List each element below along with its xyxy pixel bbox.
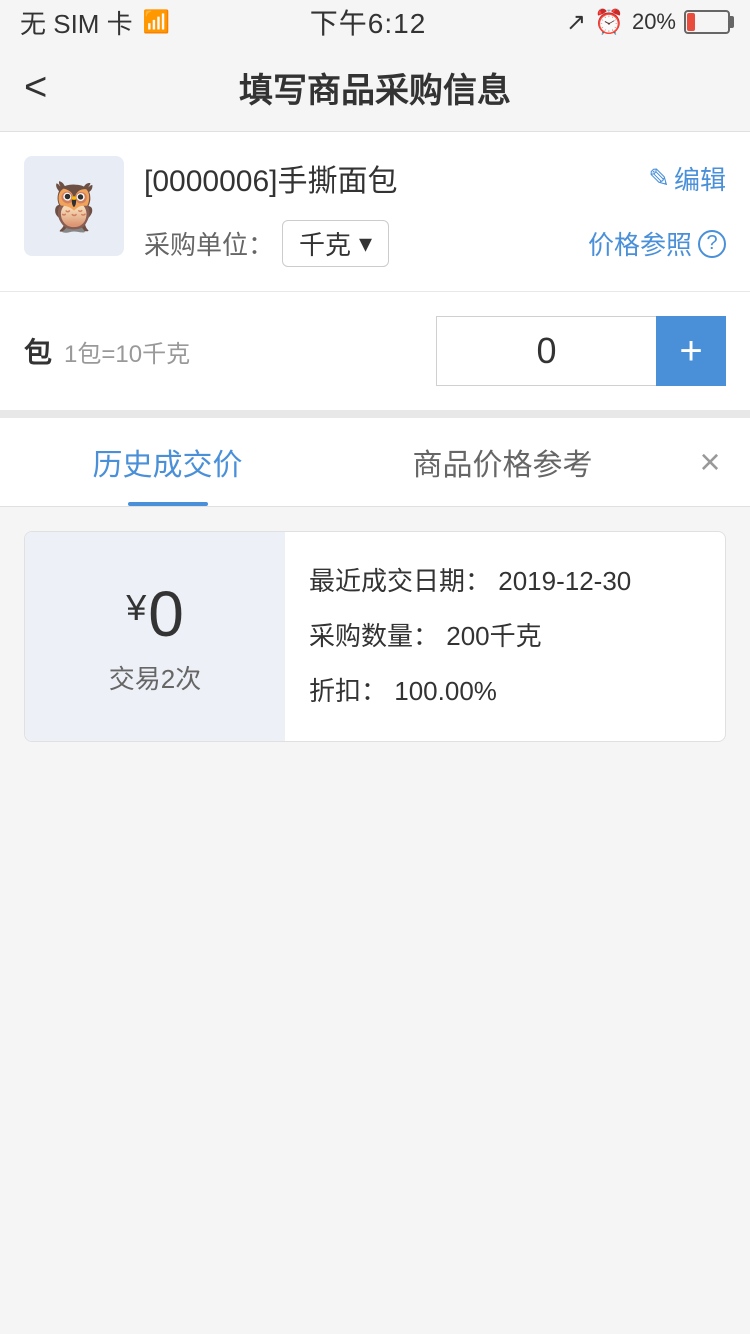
product-name: [0000006]手撕面包 xyxy=(144,156,397,200)
tab-history-label: 历史成交价 xyxy=(93,440,243,484)
status-bar: 无 SIM 卡 📶 下午6:12 ↗ ⏰ 20% xyxy=(0,0,750,44)
currency-symbol: ¥ xyxy=(126,587,146,629)
price-ref-label: 价格参照 xyxy=(588,225,692,262)
recent-date-value: 2019-12-30 xyxy=(498,566,631,596)
carrier-text: 无 SIM 卡 xyxy=(20,4,133,41)
purchase-quantity-line: 采购数量： 200千克 xyxy=(309,617,701,656)
edit-label: 编辑 xyxy=(674,160,726,197)
close-icon: × xyxy=(699,441,720,483)
trade-count-label: 交易2次 xyxy=(109,659,201,696)
discount-value: 100.00% xyxy=(394,676,497,706)
nav-bar: < 填写商品采购信息 xyxy=(0,44,750,132)
edit-icon: ✎ xyxy=(648,163,670,194)
tab-history-price[interactable]: 历史成交价 xyxy=(0,418,335,506)
content-area: ¥ 0 交易2次 最近成交日期： 2019-12-30 采购数量： 200千克 … xyxy=(0,507,750,1107)
discount-line: 折扣： 100.00% xyxy=(309,672,701,711)
transaction-details-panel: 最近成交日期： 2019-12-30 采购数量： 200千克 折扣： 100.0… xyxy=(285,532,725,741)
tab-bar: 历史成交价 商品价格参考 × xyxy=(0,418,750,507)
battery-box xyxy=(684,10,730,34)
discount-label: 折扣： xyxy=(309,676,387,706)
unit-value: 千克 xyxy=(299,225,351,262)
product-header: [0000006]手撕面包 ✎ 编辑 xyxy=(144,156,726,200)
status-left: 无 SIM 卡 📶 xyxy=(20,4,170,41)
help-circle-icon: ? xyxy=(698,230,726,258)
quantity-plus-button[interactable]: + xyxy=(656,316,726,386)
unit-row: 采购单位： 千克 ▾ 价格参照 ? xyxy=(144,220,726,267)
unit-selector-group: 采购单位： 千克 ▾ xyxy=(144,220,389,267)
page-title: 填写商品采购信息 xyxy=(239,63,511,112)
purchase-qty-value: 200千克 xyxy=(446,621,541,651)
unit-select-dropdown[interactable]: 千克 ▾ xyxy=(282,220,389,267)
unit-label: 采购单位： xyxy=(144,225,274,262)
edit-button[interactable]: ✎ 编辑 xyxy=(648,160,726,197)
quantity-value: 0 xyxy=(536,330,556,372)
chevron-down-icon: ▾ xyxy=(359,228,372,259)
back-icon: < xyxy=(24,65,47,109)
quantity-control: 0 + xyxy=(436,316,726,386)
price-reference-button[interactable]: 价格参照 ? xyxy=(588,225,726,262)
product-logo-icon: 🦉 xyxy=(44,178,104,235)
alarm-icon: ⏰ xyxy=(594,8,624,37)
quantity-input[interactable]: 0 xyxy=(436,316,656,386)
quantity-unit: 包 xyxy=(24,331,52,371)
location-icon: ↗ xyxy=(566,8,586,37)
quantity-label: 包 1包=10千克 xyxy=(24,331,190,371)
battery-percent: 20% xyxy=(632,9,676,35)
product-info: [0000006]手撕面包 ✎ 编辑 采购单位： 千克 ▾ 价格参照 ? xyxy=(144,156,726,267)
product-card: 🦉 [0000006]手撕面包 ✎ 编辑 采购单位： 千克 ▾ 价格参照 ? xyxy=(0,132,750,292)
transaction-price-display: ¥ 0 xyxy=(126,577,184,651)
quantity-hint: 1包=10千克 xyxy=(64,334,190,369)
purchase-qty-label: 采购数量： xyxy=(309,621,439,651)
tab-product-price-ref[interactable]: 商品价格参考 xyxy=(335,418,670,506)
tab-active-indicator xyxy=(128,502,208,506)
product-thumbnail: 🦉 xyxy=(24,156,124,256)
wifi-icon: 📶 xyxy=(143,9,170,35)
recent-date-line: 最近成交日期： 2019-12-30 xyxy=(309,562,701,601)
recent-date-label: 最近成交日期： xyxy=(309,566,491,596)
tab-price-ref-label: 商品价格参考 xyxy=(413,440,593,484)
battery-indicator xyxy=(684,10,730,34)
transaction-card: ¥ 0 交易2次 最近成交日期： 2019-12-30 采购数量： 200千克 … xyxy=(24,531,726,742)
plus-icon: + xyxy=(679,329,702,374)
tab-close-button[interactable]: × xyxy=(670,418,750,506)
back-button[interactable]: < xyxy=(24,65,47,110)
price-amount: 0 xyxy=(148,577,184,651)
battery-fill xyxy=(687,13,695,31)
time-display: 下午6:12 xyxy=(310,2,427,42)
quantity-section: 包 1包=10千克 0 + xyxy=(0,292,750,418)
status-right: ↗ ⏰ 20% xyxy=(566,8,730,37)
transaction-price-panel: ¥ 0 交易2次 xyxy=(25,532,285,741)
